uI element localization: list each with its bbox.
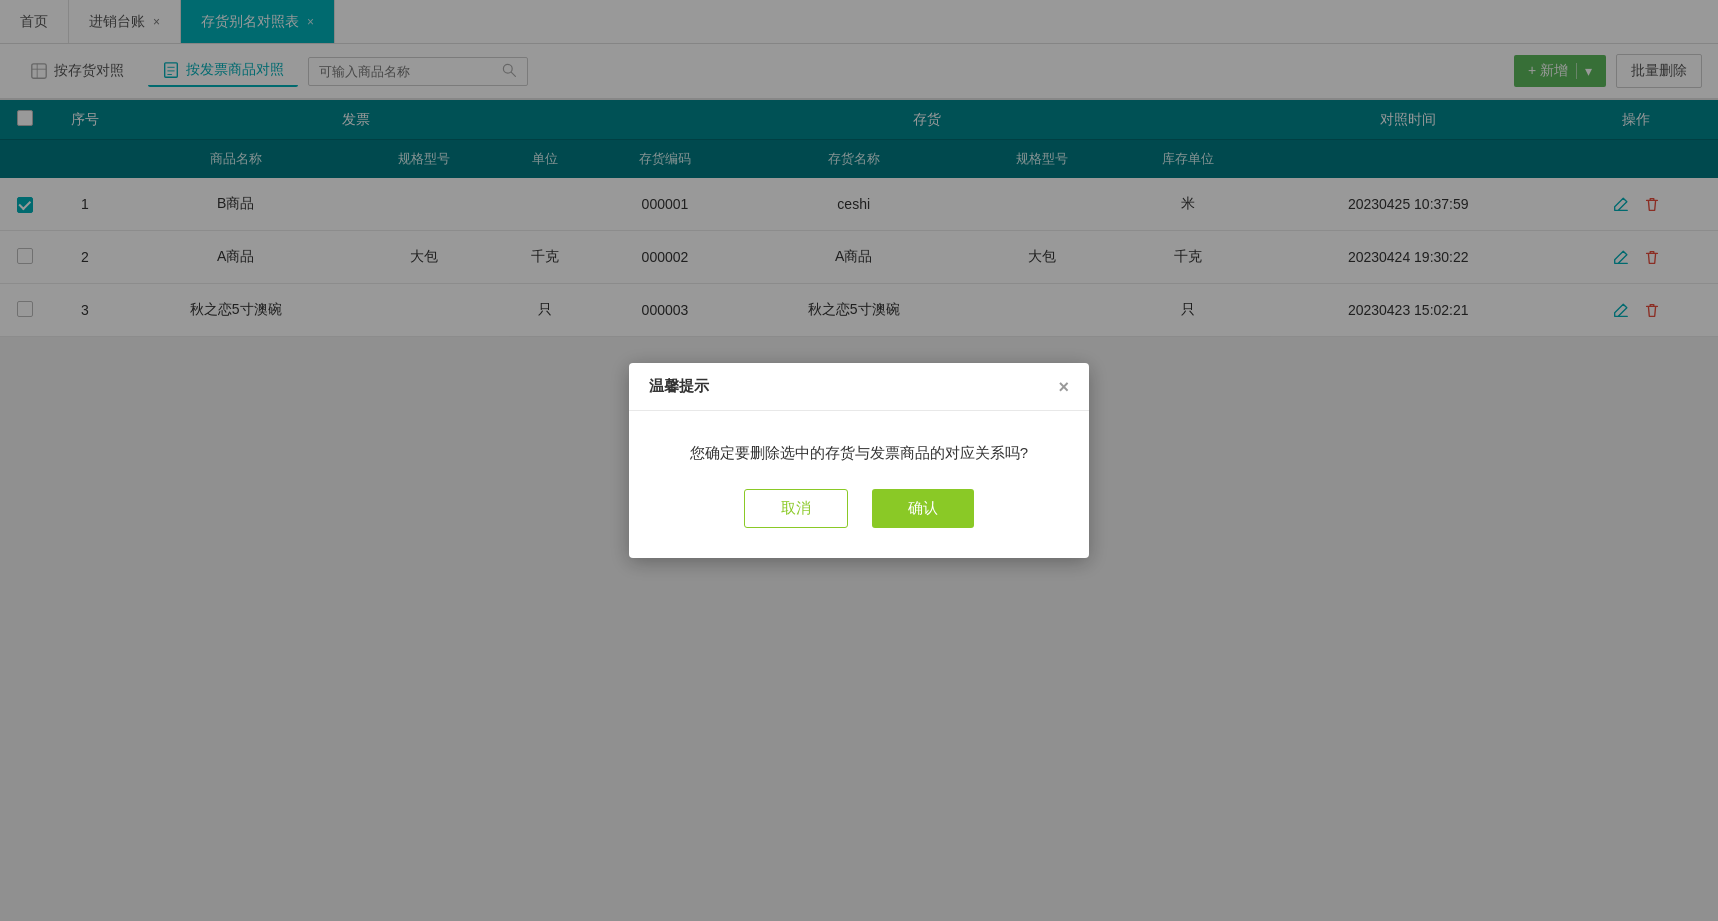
dialog-overlay: 温馨提示 × 您确定要删除选中的存货与发票商品的对应关系吗? 取消 确认 [0, 0, 1718, 337]
